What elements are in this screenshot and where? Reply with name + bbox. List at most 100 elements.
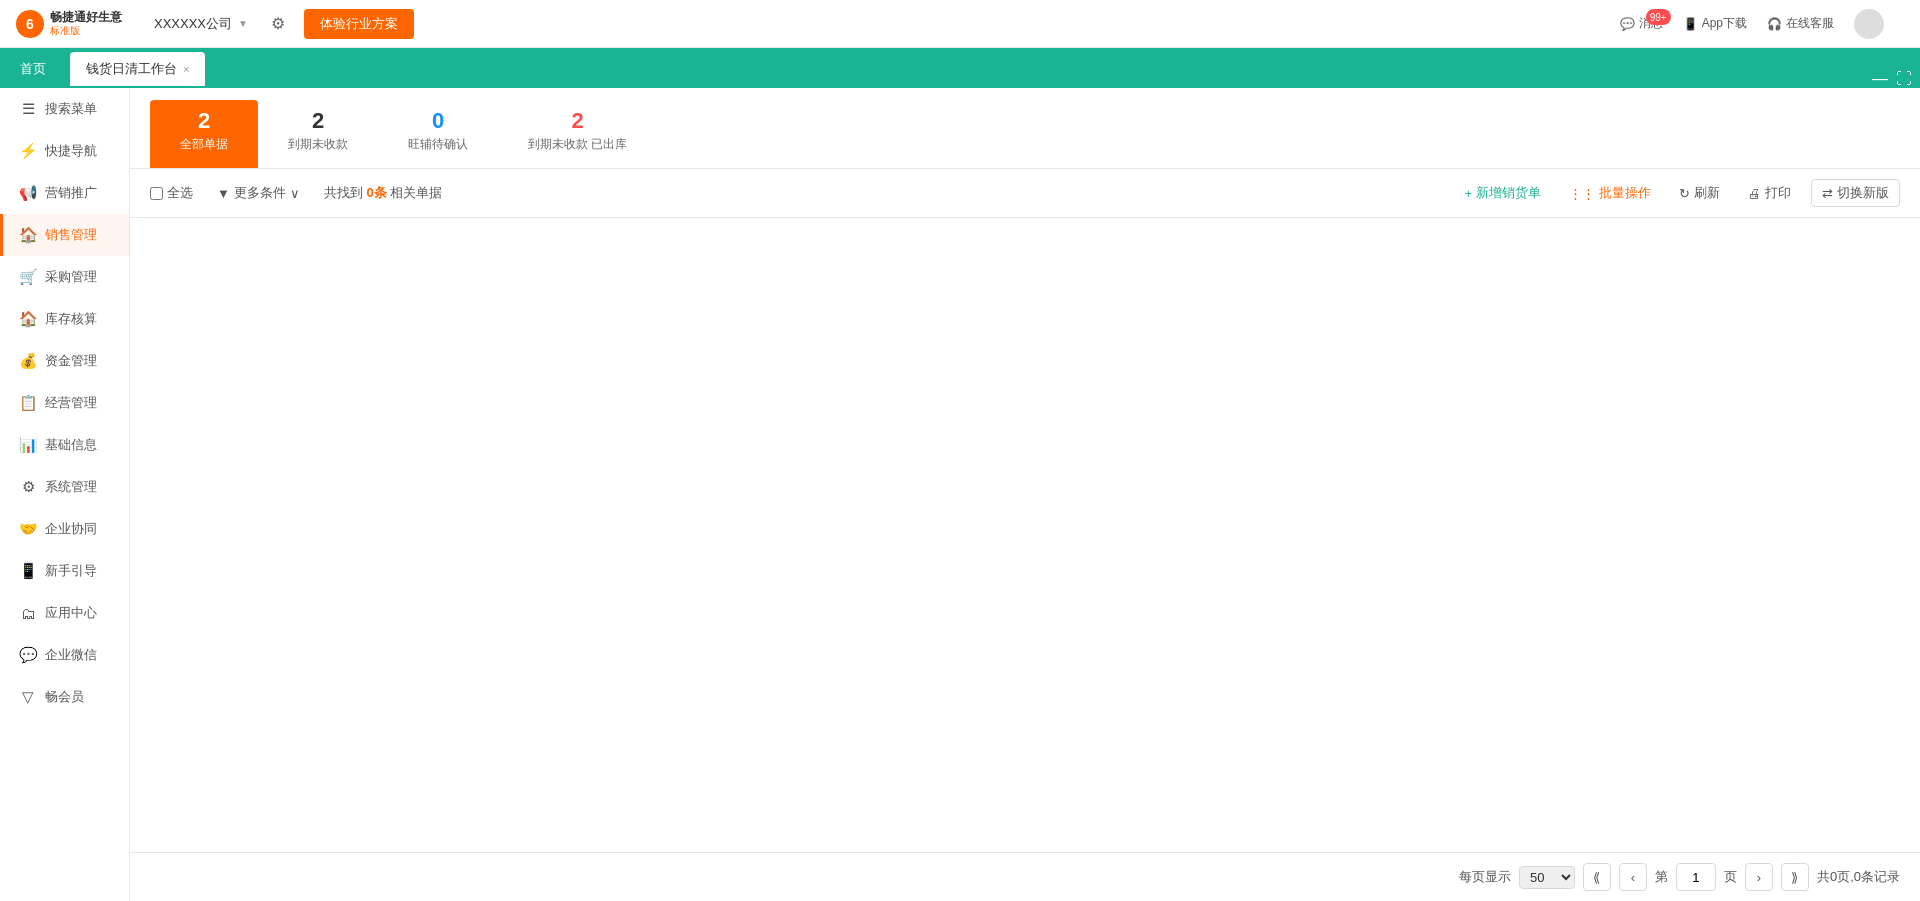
message-icon: 💬 [1620,17,1635,31]
logo-title: 畅捷通好生意 [50,10,122,24]
content-area: 2 全部单据 2 到期未收款 0 旺辅待确认 2 到期未收款 已出库 全选 [130,88,1920,901]
operations-icon: 📋 [19,394,37,412]
tab-bar: 首页 钱货日清工作台 × — ⛶ [0,48,1920,88]
batch-label: 批量操作 [1599,184,1651,202]
marketing-icon: 📢 [19,184,37,202]
online-service-btn[interactable]: 🎧 在线客服 [1767,15,1834,32]
sidebar-item-finance[interactable]: 💰 资金管理 [0,340,129,382]
first-page-btn[interactable]: ⟪ [1583,863,1611,891]
message-badge: 99+ [1646,9,1671,25]
tab-maximize-icon[interactable]: ⛶ [1896,70,1912,88]
sidebar-item-label-purchase-mgmt: 采购管理 [45,268,97,286]
base-info-icon: 📊 [19,436,37,454]
chevron-down-icon: ▼ [238,18,248,29]
sidebar-item-label-app-center: 应用中心 [45,604,97,622]
logo-area: 6 畅捷通好生意 标准版 [16,10,146,38]
finance-icon: 💰 [19,352,37,370]
sidebar-item-label-search-menu: 搜索菜单 [45,100,97,118]
sidebar-item-app-center[interactable]: 🗂 应用中心 [0,592,129,634]
prev-page-btn[interactable]: ‹ [1619,863,1647,891]
filter-btn[interactable]: ▼ 更多条件 ∨ [209,180,308,206]
stat-overdue-unshipped-label: 到期未收款 已出库 [528,136,627,153]
sidebar-item-inventory[interactable]: 🏠 库存核算 [0,298,129,340]
filter-label: 更多条件 [234,184,286,202]
switch-label: 切换新版 [1837,184,1889,202]
sidebar-item-enterprise-wechat[interactable]: 💬 企业微信 [0,634,129,676]
add-sales-order-btn[interactable]: + 新增销货单 [1456,180,1549,206]
print-btn[interactable]: 🖨 打印 [1740,180,1799,206]
stat-tab-overdue-unpaid[interactable]: 2 到期未收款 [258,100,378,168]
sys-mgmt-icon: ⚙ [19,478,37,496]
message-btn[interactable]: 💬 消息 99+ [1620,15,1663,32]
sidebar-item-label-finance: 资金管理 [45,352,97,370]
logo-icon: 6 [16,10,44,38]
stat-overdue-unshipped-number: 2 [572,108,584,134]
tab-minimize-icon[interactable]: — [1872,70,1888,88]
page-label: 第 [1655,868,1668,886]
settings-button[interactable]: ⚙ [264,10,292,38]
batch-icon: ⋮⋮ [1569,186,1595,201]
sidebar-item-search-menu[interactable]: ☰ 搜索菜单 [0,88,129,130]
sidebar-item-purchase-mgmt[interactable]: 🛒 采购管理 [0,256,129,298]
sidebar-item-label-marketing: 营销推广 [45,184,97,202]
app-download-icon: 📱 [1683,17,1698,31]
batch-operation-btn[interactable]: ⋮⋮ 批量操作 [1561,180,1659,206]
sidebar-item-label-enterprise-coop: 企业协同 [45,520,97,538]
switch-version-btn[interactable]: ⇄ 切换新版 [1811,179,1900,207]
select-all-input[interactable] [150,187,163,200]
sidebar-item-label-operations: 经营管理 [45,394,97,412]
stat-tab-overdue-unshipped[interactable]: 2 到期未收款 已出库 [498,100,657,168]
headphone-icon: 🎧 [1767,17,1782,31]
sidebar-item-enterprise-coop[interactable]: 🤝 企业协同 [0,508,129,550]
sidebar-item-base-info[interactable]: 📊 基础信息 [0,424,129,466]
sidebar-item-vip[interactable]: ▽ 畅会员 [0,676,129,718]
sidebar-item-label-sys-mgmt: 系统管理 [45,478,97,496]
purchase-mgmt-icon: 🛒 [19,268,37,286]
experience-btn[interactable]: 体验行业方案 [304,9,414,39]
enterprise-coop-icon: 🤝 [19,520,37,538]
sidebar-item-sys-mgmt[interactable]: ⚙ 系统管理 [0,466,129,508]
quick-nav-icon: ⚡ [19,142,37,160]
add-icon: + [1464,186,1472,201]
stat-all-label: 全部单据 [180,136,228,153]
select-all-label: 全选 [167,184,193,202]
app-download-btn[interactable]: 📱 App下载 [1683,15,1747,32]
toolbar-right: + 新增销货单 ⋮⋮ 批量操作 ↻ 刷新 🖨 打印 ⇄ 切换新版 [1456,179,1900,207]
sidebar-item-label-enterprise-wechat: 企业微信 [45,646,97,664]
per-page-select[interactable]: 50 10 20 100 [1519,866,1575,889]
select-all-checkbox[interactable]: 全选 [150,184,193,202]
sales-mgmt-icon: 🏠 [19,226,37,244]
sidebar-item-operations[interactable]: 📋 经营管理 [0,382,129,424]
inventory-icon: 🏠 [19,310,37,328]
vip-icon: ▽ [19,688,37,706]
stat-pending-confirm-number: 0 [432,108,444,134]
refresh-label: 刷新 [1694,184,1720,202]
company-name: XXXXXX公司 [154,15,232,33]
company-selector[interactable]: XXXXXX公司 ▼ [146,11,256,37]
tab-home[interactable]: 首页 [0,52,66,88]
page-suffix: 页 [1724,868,1737,886]
tab-close-icon[interactable]: × [183,63,189,75]
sidebar-item-quick-nav[interactable]: ⚡ 快捷导航 [0,130,129,172]
next-page-btn[interactable]: › [1745,863,1773,891]
sidebar-item-label-quick-nav: 快捷导航 [45,142,97,160]
tab-active[interactable]: 钱货日清工作台 × [70,52,205,88]
add-sales-order-label: 新增销货单 [1476,184,1541,202]
sidebar-item-guide[interactable]: 📱 新手引导 [0,550,129,592]
tab-bar-right: — ⛶ [1872,70,1920,88]
app-center-icon: 🗂 [19,605,37,622]
stat-overdue-unpaid-label: 到期未收款 [288,136,348,153]
sidebar-item-sales-mgmt[interactable]: 🏠 销售管理 [0,214,129,256]
main-layout: ☰ 搜索菜单 ⚡ 快捷导航 📢 营销推广 🏠 销售管理 🛒 采购管理 🏠 库存核… [0,88,1920,901]
switch-icon: ⇄ [1822,186,1833,201]
sidebar-item-marketing[interactable]: 📢 营销推广 [0,172,129,214]
last-page-btn[interactable]: ⟫ [1781,863,1809,891]
stat-tab-all[interactable]: 2 全部单据 [150,100,258,168]
refresh-btn[interactable]: ↻ 刷新 [1671,180,1728,206]
toolbar: 全选 ▼ 更多条件 ∨ 共找到 0条 相关单据 + 新增销货单 ⋮⋮ 批量操作 [130,169,1920,218]
page-input[interactable] [1676,863,1716,891]
app-download-label: App下载 [1702,15,1747,32]
stat-tab-pending-confirm[interactable]: 0 旺辅待确认 [378,100,498,168]
avatar[interactable] [1854,9,1884,39]
sidebar-item-label-inventory: 库存核算 [45,310,97,328]
